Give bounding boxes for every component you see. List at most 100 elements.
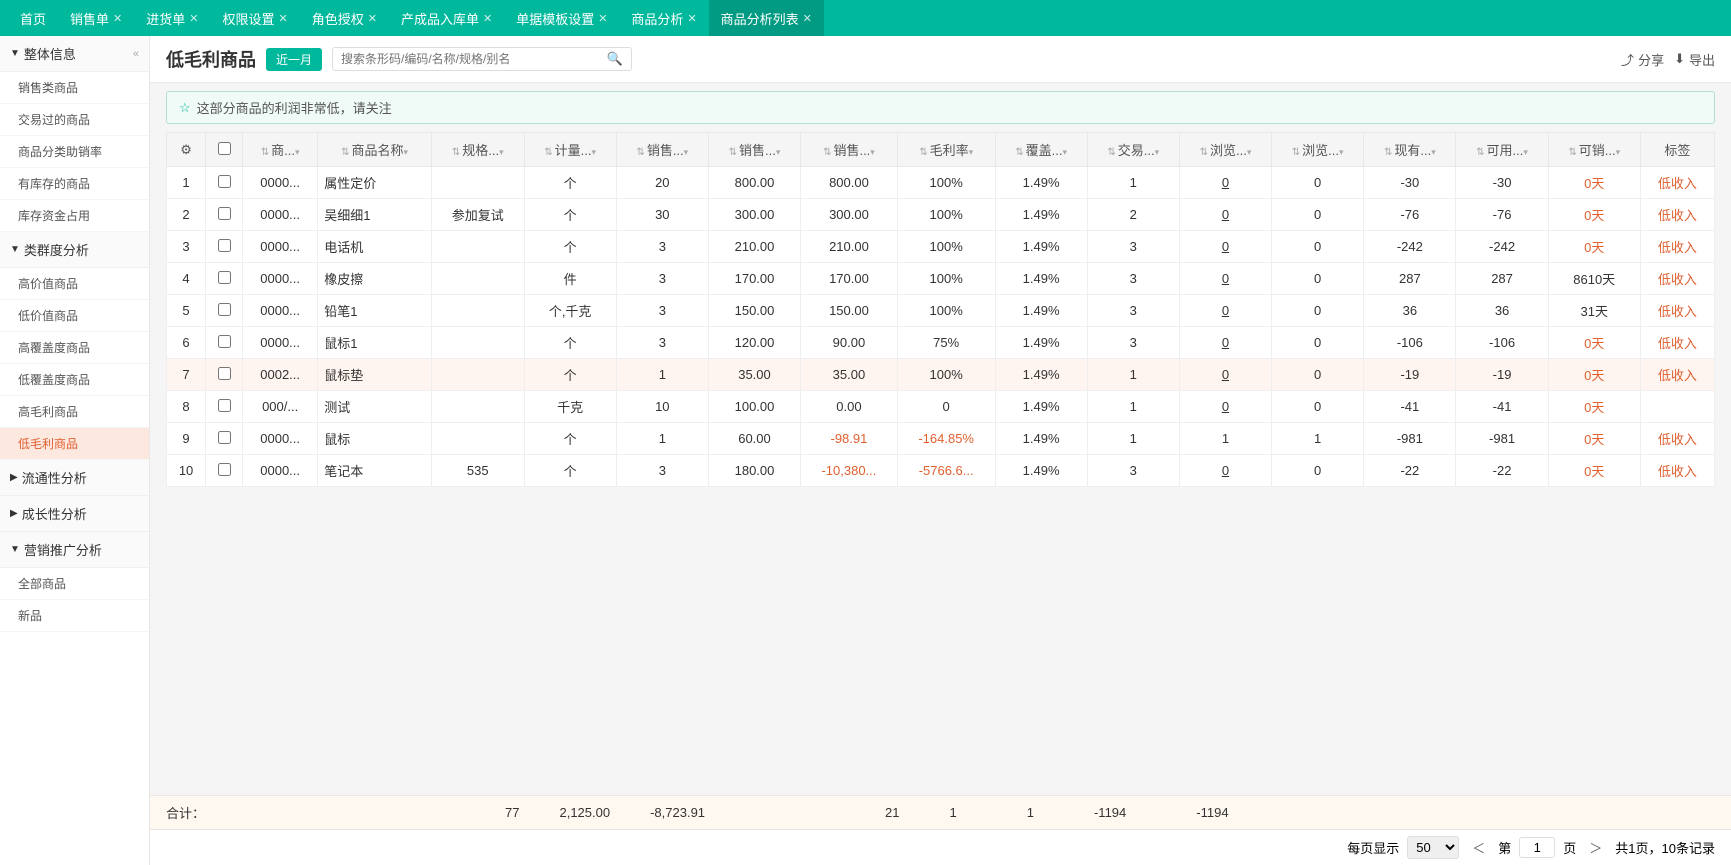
next-page-button[interactable]: ＞ [1584,836,1607,859]
sidebar-section-flow[interactable]: ▶ 流通性分析 [0,460,149,496]
sidebar-item-all-goods[interactable]: 全部商品 [0,568,149,600]
row-select-checkbox[interactable] [218,431,231,444]
row-view1[interactable]: 0 [1179,391,1271,423]
col-checkbox[interactable] [206,133,243,167]
nav-role[interactable]: 角色授权 ✕ [300,0,389,36]
col-sale-total[interactable]: ⇅销售...▾ [801,133,898,167]
filter-recent-month[interactable]: 近一月 [266,48,322,71]
nav-goods-analysis-list[interactable]: 商品分析列表 ✕ [709,0,824,36]
nav-purchase[interactable]: 进货单 ✕ [134,0,210,36]
close-icon[interactable]: ✕ [279,12,288,25]
export-button[interactable]: ⬇ 导出 [1674,50,1715,69]
row-select-checkbox[interactable] [218,271,231,284]
row-view1[interactable]: 0 [1179,167,1271,199]
col-unit[interactable]: ⇅计量...▾ [524,133,616,167]
row-view1[interactable]: 0 [1179,359,1271,391]
row-checkbox[interactable] [206,423,243,455]
search-box[interactable]: 🔍 [332,47,632,71]
col-name[interactable]: ⇅商品名称▾ [318,133,432,167]
select-all-checkbox[interactable] [218,142,231,155]
close-icon[interactable]: ✕ [483,12,492,25]
row-view1[interactable]: 1 [1179,423,1271,455]
view1-link[interactable]: 0 [1222,271,1229,286]
row-checkbox[interactable] [206,263,243,295]
col-saleable[interactable]: ⇅可销...▾ [1548,133,1640,167]
sidebar-item-low-value[interactable]: 低价值商品 [0,300,149,332]
col-trade[interactable]: ⇅交易...▾ [1087,133,1179,167]
col-code[interactable]: ⇅商...▾ [243,133,318,167]
share-button[interactable]: ⤴ 分享 [1621,50,1664,69]
row-checkbox[interactable] [206,167,243,199]
row-select-checkbox[interactable] [218,207,231,220]
col-gross-rate[interactable]: ⇅毛利率▾ [897,133,995,167]
row-checkbox[interactable] [206,295,243,327]
col-view1[interactable]: ⇅浏览...▾ [1179,133,1271,167]
row-select-checkbox[interactable] [218,303,231,316]
col-settings[interactable]: ⚙ [167,133,206,167]
prev-page-button[interactable]: ＜ [1467,836,1490,859]
view1-link[interactable]: 0 [1222,367,1229,382]
nav-product-entry[interactable]: 产成品入库单 ✕ [389,0,504,36]
sidebar-item-low-margin[interactable]: 低毛利商品 [0,428,149,460]
row-view1[interactable]: 0 [1179,327,1271,359]
row-select-checkbox[interactable] [218,239,231,252]
sidebar-item-stock-capital[interactable]: 库存资金占用 [0,200,149,232]
col-stock[interactable]: ⇅现有...▾ [1364,133,1456,167]
row-checkbox[interactable] [206,199,243,231]
sidebar-item-high-coverage[interactable]: 高覆盖度商品 [0,332,149,364]
sidebar-item-stock-goods[interactable]: 有库存的商品 [0,168,149,200]
collapse-icon[interactable]: « [133,48,139,60]
sidebar-section-growth[interactable]: ▶ 成长性分析 [0,496,149,532]
col-sale-qty[interactable]: ⇅销售...▾ [616,133,708,167]
sidebar-item-traded-goods[interactable]: 交易过的商品 [0,104,149,136]
row-view1[interactable]: 0 [1179,455,1271,487]
view1-link[interactable]: 0 [1222,463,1229,478]
row-select-checkbox[interactable] [218,367,231,380]
nav-home[interactable]: 首页 [8,0,58,36]
sidebar-section-overall[interactable]: ▼ 整体信息 « [0,36,149,72]
view1-link[interactable]: 0 [1222,239,1229,254]
view1-link[interactable]: 0 [1222,399,1229,414]
row-view1[interactable]: 0 [1179,263,1271,295]
sidebar-item-low-coverage[interactable]: 低覆盖度商品 [0,364,149,396]
sidebar-item-sales-goods[interactable]: 销售类商品 [0,72,149,104]
close-icon[interactable]: ✕ [687,12,696,25]
col-coverage[interactable]: ⇅覆盖...▾ [995,133,1087,167]
sidebar-item-category-rate[interactable]: 商品分类助销率 [0,136,149,168]
sidebar-item-high-margin[interactable]: 高毛利商品 [0,396,149,428]
close-icon[interactable]: ✕ [803,12,812,25]
row-checkbox[interactable] [206,359,243,391]
close-icon[interactable]: ✕ [368,12,377,25]
row-select-checkbox[interactable] [218,463,231,476]
row-checkbox[interactable] [206,231,243,263]
row-view1[interactable]: 0 [1179,295,1271,327]
close-icon[interactable]: ✕ [189,12,198,25]
col-view2[interactable]: ⇅浏览...▾ [1272,133,1364,167]
close-icon[interactable]: ✕ [598,12,607,25]
row-select-checkbox[interactable] [218,335,231,348]
row-checkbox[interactable] [206,455,243,487]
sidebar-item-high-value[interactable]: 高价值商品 [0,268,149,300]
sidebar-section-marketing[interactable]: ▼ 营销推广分析 [0,532,149,568]
close-icon[interactable]: ✕ [113,12,122,25]
row-checkbox[interactable] [206,327,243,359]
sidebar-item-new-goods[interactable]: 新品 [0,600,149,632]
nav-goods-analysis[interactable]: 商品分析 ✕ [619,0,708,36]
view1-link[interactable]: 0 [1222,303,1229,318]
view1-link[interactable]: 0 [1222,207,1229,222]
col-sale-price[interactable]: ⇅销售...▾ [708,133,800,167]
row-select-checkbox[interactable] [218,399,231,412]
search-icon[interactable]: 🔍 [607,51,623,67]
page-number-input[interactable] [1519,837,1555,858]
row-checkbox[interactable] [206,391,243,423]
row-view1[interactable]: 0 [1179,231,1271,263]
nav-permission[interactable]: 权限设置 ✕ [210,0,299,36]
view1-link[interactable]: 0 [1222,335,1229,350]
row-select-checkbox[interactable] [218,175,231,188]
col-spec[interactable]: ⇅规格...▾ [431,133,524,167]
nav-sales[interactable]: 销售单 ✕ [58,0,134,36]
settings-icon[interactable]: ⚙ [180,142,192,157]
search-input[interactable] [341,52,607,66]
sidebar-section-cluster[interactable]: ▼ 类群度分析 [0,232,149,268]
row-view1[interactable]: 0 [1179,199,1271,231]
